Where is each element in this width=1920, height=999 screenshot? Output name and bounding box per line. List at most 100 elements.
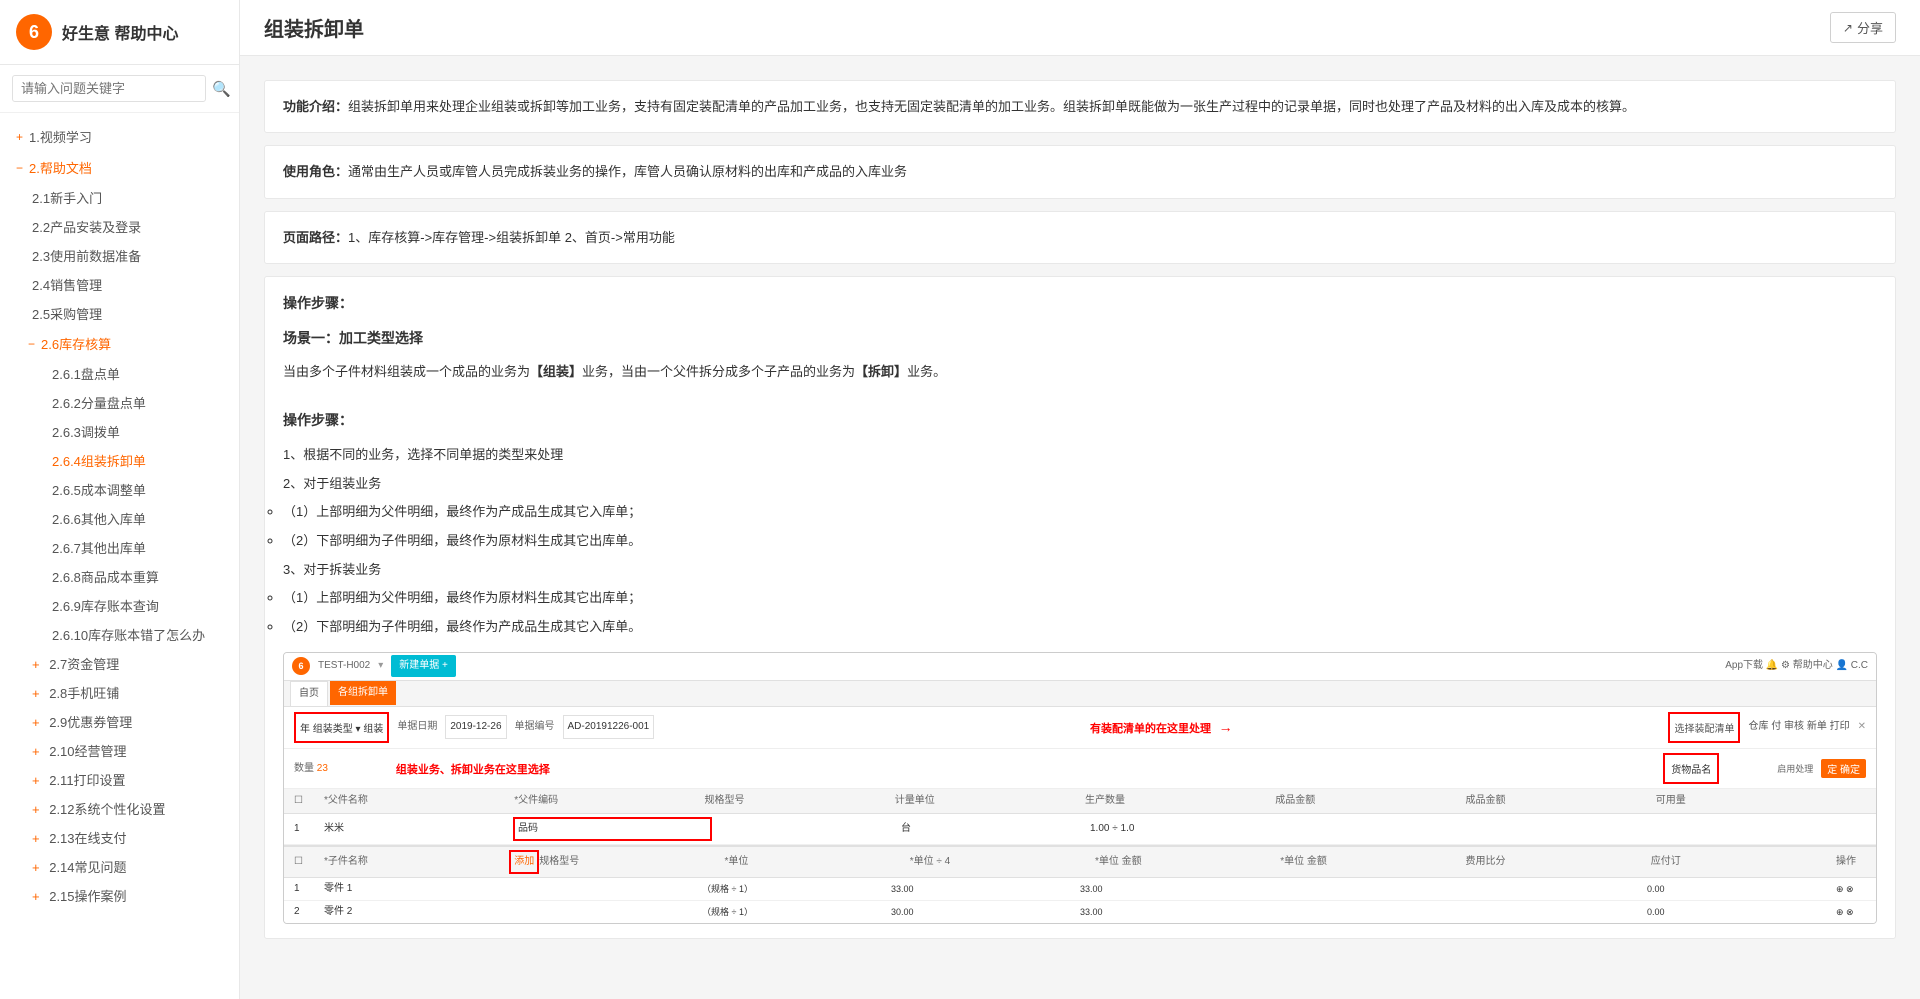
- step2-sub1: （1）上部明细为父件明细，最终作为产成品生成其它入库单；: [283, 500, 1877, 525]
- step2-sublist: （1）上部明细为父件明细，最终作为产成品生成其它入库单； （2）下部明细为子件明…: [283, 500, 1877, 553]
- nav-item-docs[interactable]: − 2.帮助文档: [0, 152, 239, 183]
- scene-one-desc: 当由多个子件材料组装成一个成品的业务为【组装】业务，当由一个父件拆分成多个子产品…: [283, 360, 1877, 385]
- mock-table-header-lower: ☐ *子件名称 添加 规格型号 *单位 *单位 ÷ 4 *单位 金额 *单位 金…: [284, 845, 1876, 878]
- mock-close-btn[interactable]: ✕: [1858, 718, 1866, 736]
- nav-subsub-stock7[interactable]: 2.6.7其他出库单: [0, 533, 239, 562]
- search-area: 🔍: [0, 65, 239, 113]
- nav-sub-data[interactable]: 2.3使用前数据准备: [0, 241, 239, 270]
- screenshot-mock: 6 TEST-H002 ▾ 新建单据 + App下载 🔔 ⚙ 帮助中心 👤 C.…: [284, 653, 1876, 923]
- mock-add-sub-btn[interactable]: 添加: [509, 850, 539, 874]
- nav-sub-coupon[interactable]: + 2.9优惠券管理: [0, 707, 239, 736]
- role-text: 通常由生产人员或库管人员完成拆装业务的操作，库管人员确认原材料的出库和产成品的入…: [348, 164, 907, 179]
- nav-sub-purchase[interactable]: 2.5采购管理: [0, 299, 239, 328]
- mock-code-input[interactable]: 品码: [513, 817, 712, 841]
- logo-area: 6 好生意 帮助中心: [0, 0, 239, 65]
- nav-sub-pay[interactable]: + 2.13在线支付: [0, 823, 239, 852]
- mock-table-header-upper: ☐ *父件名称 *父件编码 规格型号 计量单位 生产数量 成品金额 成品金额 可…: [284, 789, 1876, 814]
- top-bar: 组装拆卸单 ↗ 分享: [240, 0, 1920, 56]
- mock-id-val: AD-20191226-001: [563, 715, 655, 739]
- ops-label: 操作步骤：: [283, 291, 1877, 316]
- nav-sub-sales[interactable]: 2.4销售管理: [0, 270, 239, 299]
- nav-sub-biz[interactable]: + 2.10经营管理: [0, 736, 239, 765]
- share-icon: ↗: [1843, 21, 1853, 35]
- nav-sub-mobile[interactable]: + 2.8手机旺铺: [0, 678, 239, 707]
- nav-sub-print[interactable]: + 2.11打印设置: [0, 765, 239, 794]
- mock-nav-tab2[interactable]: 各组拆卸单: [330, 681, 396, 705]
- nav-sub-cases[interactable]: + 2.15操作案例: [0, 881, 239, 910]
- mock-lower-row-1: 1 零件 1 （规格 ÷ 1） 33.00 33.00 0.00 ⊕ ⊗: [284, 878, 1876, 901]
- nav-stock-collapse-icon: −: [28, 337, 35, 351]
- mock-bom-label: 选择装配清单: [1674, 724, 1734, 735]
- step1: 1、根据不同的业务，选择不同单据的类型来处理: [283, 443, 1877, 468]
- nav-subsub-stock1[interactable]: 2.6.1盘点单: [0, 359, 239, 388]
- nav-sub-finance[interactable]: + 2.7资金管理: [0, 649, 239, 678]
- nav-subsub-stock10[interactable]: 2.6.10库存账本错了怎么办: [0, 620, 239, 649]
- mock-nav-tab1[interactable]: 自页: [290, 681, 328, 706]
- search-input[interactable]: [12, 75, 206, 102]
- step3: 3、对于拆装业务: [283, 558, 1877, 583]
- share-button[interactable]: ↗ 分享: [1830, 12, 1896, 43]
- role-block: 使用角色：通常由生产人员或库管人员完成拆装业务的操作，库管人员确认原材料的出库和…: [264, 145, 1896, 198]
- mock-ok-btn[interactable]: 定 确定: [1821, 759, 1866, 778]
- mock-separator: ▾: [378, 657, 383, 675]
- sidebar: 6 好生意 帮助中心 🔍 + 1.视频学习 − 2.帮助文档 2.1新手入门 2…: [0, 0, 240, 999]
- role-label: 使用角色：: [283, 164, 348, 179]
- mock-ann2: 组装业务、拆卸业务在这里选择: [396, 764, 550, 776]
- mock-ann3: 启用处理: [1777, 761, 1813, 777]
- nav-item-video[interactable]: + 1.视频学习: [0, 121, 239, 152]
- nav-subsub-stock4[interactable]: 2.6.4组装拆卸单: [0, 446, 239, 475]
- main-content-area: 组装拆卸单 ↗ 分享 功能介绍：组装拆卸单用来处理企业组装或拆卸等加工业务，支持…: [240, 0, 1920, 999]
- nav-sub-config[interactable]: + 2.12系统个性化设置: [0, 794, 239, 823]
- mock-type-label: 年 组装类型 ▾ 组装: [300, 724, 383, 735]
- nav-subsub-stock2[interactable]: 2.6.2分量盘点单: [0, 388, 239, 417]
- path-label: 页面路径：: [283, 230, 348, 245]
- mock-top-actions: 仓库 付 审核 新单 打印: [1748, 718, 1849, 736]
- nav-subsub-stock5[interactable]: 2.6.5成本调整单: [0, 475, 239, 504]
- step2: 2、对于组装业务: [283, 472, 1877, 497]
- logo-icon: 6: [16, 14, 52, 50]
- logo-text: 好生意 帮助中心: [62, 20, 178, 44]
- ops-block: 操作步骤： 场景一：加工类型选择 当由多个子件材料组装成一个成品的业务为【组装】…: [264, 276, 1896, 938]
- mock-count-label: 数量 23: [294, 760, 328, 778]
- nav-tree: + 1.视频学习 − 2.帮助文档 2.1新手入门 2.2产品安装及登录 2.3…: [0, 113, 239, 999]
- mock-id-label: 单据编号: [515, 718, 555, 736]
- step3-sub1: （1）上部明细为父件明细，最终作为原材料生成其它出库单；: [283, 586, 1877, 611]
- content-scroll-area: 功能介绍：组装拆卸单用来处理企业组装或拆卸等加工业务，支持有固定装配清单的产品加…: [240, 56, 1920, 999]
- step3-sub2: （2）下部明细为子件明细，最终作为产成品生成其它入库单。: [283, 615, 1877, 640]
- scene-one-label: 场景一：加工类型选择: [283, 326, 1877, 351]
- steps-list: 1、根据不同的业务，选择不同单据的类型来处理 2、对于组装业务 （1）上部明细为…: [283, 443, 1877, 640]
- mock-item-name-input[interactable]: 货物品名: [1663, 753, 1719, 784]
- mock-logo: 6: [292, 657, 310, 675]
- mock-date-val: 2019-12-26: [445, 715, 506, 739]
- mock-top-icons: App下载 🔔 ⚙ 帮助中心 👤 C.C: [1725, 657, 1868, 675]
- search-icon[interactable]: 🔍: [212, 80, 231, 98]
- page-title: 组装拆卸单: [264, 13, 364, 42]
- nav-expand-icon: +: [16, 130, 23, 144]
- mock-lower-row-2: 2 零件 2 （规格 ÷ 1） 30.00 33.00 0.00 ⊕ ⊗: [284, 901, 1876, 922]
- step2-sub2: （2）下部明细为子件明细，最终作为原材料生成其它出库单。: [283, 529, 1877, 554]
- mock-table-row-upper: 1 米米 品码 台 1.00 ÷ 1.0: [284, 814, 1876, 845]
- nav-collapse-icon: −: [16, 161, 23, 175]
- mock-item-name-label: 货物品名: [1671, 765, 1711, 776]
- mock-bom-btn[interactable]: 选择装配清单: [1668, 712, 1740, 743]
- ops-steps-label: 操作步骤：: [283, 408, 1877, 433]
- function-intro-text: 组装拆卸单用来处理企业组装或拆卸等加工业务，支持有固定装配清单的产品加工业务，也…: [348, 99, 1635, 114]
- mock-type-dropdown[interactable]: 年 组装类型 ▾ 组装: [294, 712, 389, 743]
- nav-sub-install[interactable]: 2.2产品安装及登录: [0, 212, 239, 241]
- function-intro-label: 功能介绍：: [283, 99, 348, 114]
- screenshot-container: 6 TEST-H002 ▾ 新建单据 + App下载 🔔 ⚙ 帮助中心 👤 C.…: [283, 652, 1877, 924]
- nav-subsub-stock8[interactable]: 2.6.8商品成本重算: [0, 562, 239, 591]
- path-text: 1、库存核算->库存管理->组装拆卸单 2、首页->常用功能: [348, 230, 675, 245]
- mock-app-name: TEST-H002: [318, 657, 370, 675]
- nav-item-stock[interactable]: − 2.6库存核算: [0, 328, 239, 359]
- function-intro-block: 功能介绍：组装拆卸单用来处理企业组装或拆卸等加工业务，支持有固定装配清单的产品加…: [264, 80, 1896, 133]
- nav-sub-new[interactable]: 2.1新手入门: [0, 183, 239, 212]
- mock-new-btn[interactable]: 新建单据 +: [391, 655, 456, 677]
- nav-subsub-stock6[interactable]: 2.6.6其他入库单: [0, 504, 239, 533]
- nav-subsub-stock3[interactable]: 2.6.3调拨单: [0, 417, 239, 446]
- nav-subsub-stock9[interactable]: 2.6.9库存账本查询: [0, 591, 239, 620]
- mock-date-label: 单据日期: [397, 718, 437, 736]
- path-block: 页面路径：1、库存核算->库存管理->组装拆卸单 2、首页->常用功能: [264, 211, 1896, 264]
- nav-sub-faq[interactable]: + 2.14常见问题: [0, 852, 239, 881]
- step3-sublist: （1）上部明细为父件明细，最终作为原材料生成其它出库单； （2）下部明细为子件明…: [283, 586, 1877, 639]
